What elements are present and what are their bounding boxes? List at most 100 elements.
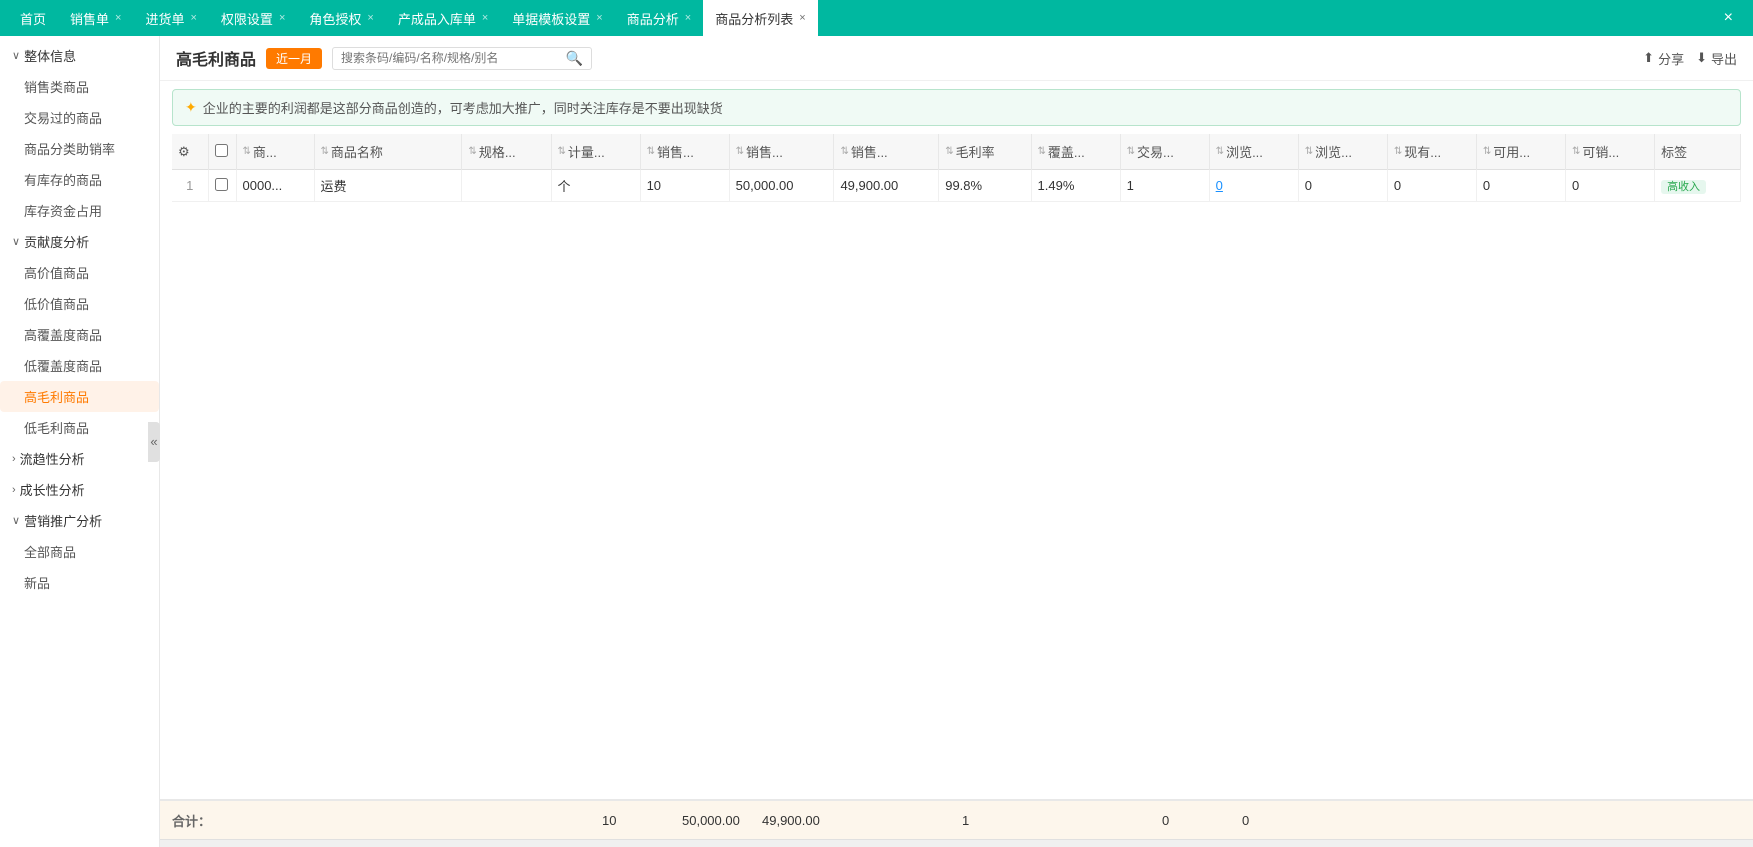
col-available-stock: ⇅ 可用... xyxy=(1476,134,1565,170)
sidebar-item-category-assist[interactable]: 商品分类助销率 xyxy=(0,133,159,164)
arrow-icon: ∨ xyxy=(12,49,20,62)
cell-browse1: 0 xyxy=(1209,170,1298,202)
nav-permissions[interactable]: 权限设置 × xyxy=(209,0,297,36)
settings-icon[interactable]: ⚙ xyxy=(178,144,190,160)
arrow-right-icon: › xyxy=(12,453,16,465)
col-sellable-stock: ⇅ 可销... xyxy=(1565,134,1654,170)
arrow-icon: ∨ xyxy=(12,235,20,248)
sidebar-item-stocked-goods[interactable]: 有库存的商品 xyxy=(0,164,159,195)
sidebar-group-growth[interactable]: › 成长性分析 xyxy=(0,474,159,505)
sidebar-item-low-coverage[interactable]: 低覆盖度商品 xyxy=(0,350,159,381)
sidebar-item-all-goods[interactable]: 全部商品 xyxy=(0,536,159,567)
footer-cell-empty1 xyxy=(252,813,288,828)
close-icon[interactable]: × xyxy=(482,12,488,24)
footer-empty-browse2 xyxy=(1096,813,1156,828)
content-area: 高毛利商品 近一月 🔍 ⬆ 分享 ⬇ 导出 ✦ 企业的主要的利润都是这部分商品创… xyxy=(160,36,1753,847)
close-icon[interactable]: × xyxy=(190,12,196,24)
search-input[interactable] xyxy=(341,51,566,65)
data-table: ⚙ ⇅ 商... ⇅ xyxy=(172,134,1741,202)
sort-icon[interactable]: ⇅ xyxy=(321,146,329,157)
nav-roles[interactable]: 角色授权 × xyxy=(297,0,385,36)
sidebar-item-high-coverage[interactable]: 高覆盖度商品 xyxy=(0,319,159,350)
sort-icon[interactable]: ⇅ xyxy=(647,146,655,157)
sort-icon[interactable]: ⇅ xyxy=(468,146,476,157)
sort-icon[interactable]: ⇅ xyxy=(945,146,953,157)
footer-cell-empty6 xyxy=(536,813,596,828)
sidebar-group-marketing[interactable]: ∨ 营销推广分析 xyxy=(0,505,159,536)
nav-analysis-list[interactable]: 商品分析列表 × xyxy=(703,0,817,36)
footer-total-available: 0 xyxy=(1236,813,1316,828)
table-row: 1 0000... 运费 xyxy=(172,170,1741,202)
share-button[interactable]: ⬆ 分享 xyxy=(1643,49,1684,68)
sort-icon[interactable]: ⇅ xyxy=(1305,146,1313,157)
cell-available-stock: 0 xyxy=(1476,170,1565,202)
cell-rownum: 1 xyxy=(172,170,208,202)
cell-unit: 个 xyxy=(551,170,640,202)
close-icon[interactable]: × xyxy=(115,12,121,24)
footer-row: 合计： 10 50,000.00 49,900.00 xyxy=(160,799,1753,839)
period-button[interactable]: 近一月 xyxy=(266,48,322,69)
sidebar-item-low-margin[interactable]: 低毛利商品 xyxy=(0,412,159,443)
col-trade: ⇅ 交易... xyxy=(1120,134,1209,170)
search-box: 🔍 xyxy=(332,47,592,70)
col-name: ⇅ 商品名称 xyxy=(314,134,462,170)
sidebar: ∨ 整体信息 销售类商品 交易过的商品 商品分类助销率 有库存的商品 库存资金占… xyxy=(0,36,160,847)
sidebar-item-stock-capital[interactable]: 库存资金占用 xyxy=(0,195,159,226)
sort-icon[interactable]: ⇅ xyxy=(1216,146,1224,157)
footer-empty-coverage xyxy=(896,813,956,828)
sort-icon[interactable]: ⇅ xyxy=(558,146,566,157)
sidebar-item-low-value[interactable]: 低价值商品 xyxy=(0,288,159,319)
nav-stock-in[interactable]: 产成品入库单 × xyxy=(386,0,500,36)
row-checkbox[interactable] xyxy=(215,178,228,191)
col-sales-qty: ⇅ 销售... xyxy=(640,134,729,170)
sidebar-wrapper: ∨ 整体信息 销售类商品 交易过的商品 商品分类助销率 有库存的商品 库存资金占… xyxy=(0,36,160,847)
sidebar-item-high-margin[interactable]: 高毛利商品 xyxy=(0,381,159,412)
search-icon[interactable]: 🔍 xyxy=(566,50,583,67)
col-sales-cost: ⇅ 销售... xyxy=(834,134,939,170)
sidebar-item-new-goods[interactable]: 新品 xyxy=(0,567,159,598)
sort-icon[interactable]: ⇅ xyxy=(1572,146,1580,157)
close-icon[interactable]: × xyxy=(367,12,373,24)
close-icon[interactable]: × xyxy=(685,12,691,24)
content-header: 高毛利商品 近一月 🔍 ⬆ 分享 ⬇ 导出 xyxy=(160,36,1753,81)
nav-sales[interactable]: 销售单 × xyxy=(58,0,133,36)
cell-sales-amount: 50,000.00 xyxy=(729,170,834,202)
sidebar-group-trend[interactable]: › 流趋性分析 xyxy=(0,443,159,474)
sort-icon[interactable]: ⇅ xyxy=(243,146,251,157)
window-close-button[interactable]: × xyxy=(1712,0,1745,36)
sort-icon[interactable]: ⇅ xyxy=(1394,146,1402,157)
bottom-scrollbar[interactable] xyxy=(160,839,1753,847)
col-browse2: ⇅ 浏览... xyxy=(1298,134,1387,170)
sort-icon[interactable]: ⇅ xyxy=(736,146,744,157)
nav-template[interactable]: 单据模板设置 × xyxy=(500,0,614,36)
nav-analysis[interactable]: 商品分析 × xyxy=(615,0,703,36)
sort-icon[interactable]: ⇅ xyxy=(840,146,848,157)
footer-label: 合计： xyxy=(172,811,252,830)
nav-purchase[interactable]: 进货单 × xyxy=(133,0,208,36)
sidebar-group-contribution[interactable]: ∨ 贡献度分析 xyxy=(0,226,159,257)
sidebar-item-sales-goods[interactable]: 销售类商品 xyxy=(0,71,159,102)
sidebar-item-high-value[interactable]: 高价值商品 xyxy=(0,257,159,288)
export-button[interactable]: ⬇ 导出 xyxy=(1696,49,1737,68)
close-icon[interactable]: × xyxy=(279,12,285,24)
sidebar-collapse-button[interactable]: « xyxy=(148,422,160,462)
footer-empty-browse xyxy=(1036,813,1096,828)
nav-home[interactable]: 首页 xyxy=(8,0,58,36)
sidebar-item-traded-goods[interactable]: 交易过的商品 xyxy=(0,102,159,133)
col-rownum: ⚙ xyxy=(172,134,208,170)
page-title: 高毛利商品 xyxy=(176,46,256,70)
main-layout: ∨ 整体信息 销售类商品 交易过的商品 商品分类助销率 有库存的商品 库存资金占… xyxy=(0,36,1753,847)
table-container[interactable]: ⚙ ⇅ 商... ⇅ xyxy=(160,134,1753,799)
col-coverage: ⇅ 覆盖... xyxy=(1031,134,1120,170)
sort-icon[interactable]: ⇅ xyxy=(1127,146,1135,157)
sort-icon[interactable]: ⇅ xyxy=(1038,146,1046,157)
select-all-checkbox[interactable] xyxy=(215,144,228,157)
sidebar-group-overall[interactable]: ∨ 整体信息 xyxy=(0,40,159,71)
close-icon[interactable]: × xyxy=(596,12,602,24)
col-tag: 标签 xyxy=(1655,134,1741,170)
top-nav: 首页 销售单 × 进货单 × 权限设置 × 角色授权 × 产成品入库单 × 单据… xyxy=(0,0,1753,36)
close-icon[interactable]: × xyxy=(799,12,805,24)
arrow-right-icon: › xyxy=(12,484,16,496)
sort-icon[interactable]: ⇅ xyxy=(1483,146,1491,157)
col-unit: ⇅ 计量... xyxy=(551,134,640,170)
